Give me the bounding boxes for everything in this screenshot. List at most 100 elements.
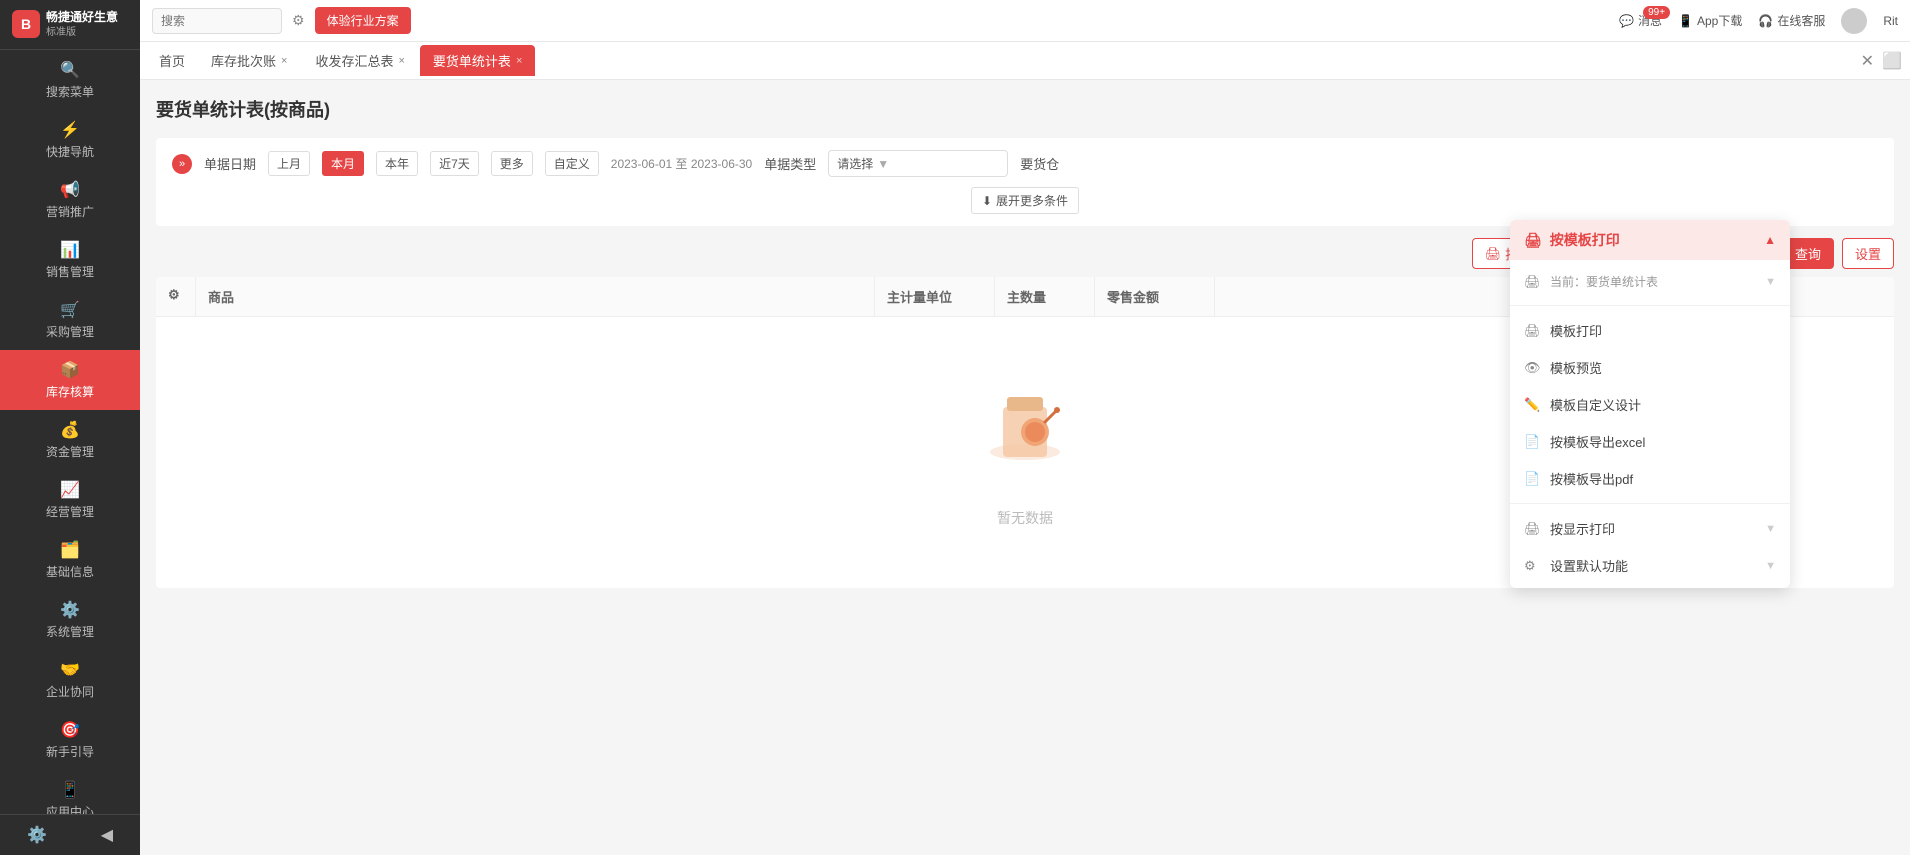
- search-nav-icon: 🔍: [60, 60, 80, 80]
- dropdown-item-display-print[interactable]: 🖨 按显示打印 ▼: [1510, 510, 1790, 547]
- marketing-icon: 📢: [60, 180, 80, 200]
- username-label: Rit: [1883, 14, 1898, 28]
- filter-bar: » 单据日期 上月 本月 本年 近7天 更多 自定义 2023-06-01 至 …: [156, 138, 1894, 226]
- dropdown-item-export-pdf[interactable]: 📄 按模板导出pdf: [1510, 460, 1790, 497]
- settings-btn[interactable]: 设置: [1842, 238, 1894, 269]
- th-settings[interactable]: ⚙: [156, 277, 196, 316]
- date-range-display: 2023-06-01 至 2023-06-30: [611, 155, 752, 172]
- tab-batch-account-label: 库存批次账: [211, 51, 276, 70]
- sidebar-item-quick-nav[interactable]: ⚡ 快捷导航: [0, 110, 140, 170]
- topbar-right: 💬 消息 99+ 📱 App下载 🎧 在线客服 Rit: [1619, 8, 1898, 34]
- order-type-select[interactable]: 请选择 ▼: [828, 150, 1008, 177]
- default-func-arrow: ▼: [1765, 560, 1776, 572]
- base-icon: 🗂️: [60, 540, 80, 560]
- expand-more-btn[interactable]: ⬇ 展开更多条件: [971, 187, 1079, 214]
- date-btn-7days[interactable]: 近7天: [430, 151, 479, 176]
- sidebar-item-appstore[interactable]: 📱 应用中心: [0, 770, 140, 814]
- content-area: 要货单统计表(按商品) » 单据日期 上月 本月 本年 近7天 更多 自定义 2…: [140, 80, 1910, 855]
- display-print-arrow: ▼: [1765, 523, 1776, 535]
- sidebar-item-label: 快捷导航: [46, 143, 94, 160]
- online-service-button[interactable]: 🎧 在线客服: [1758, 12, 1825, 29]
- topbar-gear-icon[interactable]: ⚙: [292, 12, 305, 29]
- user-avatar[interactable]: [1841, 8, 1867, 34]
- date-btn-last-month[interactable]: 上月: [268, 151, 310, 176]
- dropdown-item-template-preview[interactable]: 👁 模板预览: [1510, 349, 1790, 386]
- sidebar-item-label: 搜索菜单: [46, 83, 94, 100]
- dropdown-item-default-func[interactable]: ⚙ 设置默认功能 ▼: [1510, 547, 1790, 584]
- collapse-icon[interactable]: ◀: [101, 825, 113, 845]
- date-btn-this-month[interactable]: 本月: [322, 151, 364, 176]
- th-unit: 主计量单位: [875, 277, 995, 316]
- dropdown-collapse-icon[interactable]: ▲: [1764, 233, 1776, 247]
- date-btn-custom[interactable]: 自定义: [545, 151, 599, 176]
- sidebar-item-purchase[interactable]: 🛒 采购管理: [0, 290, 140, 350]
- finance-icon: 💰: [60, 420, 80, 440]
- sidebar-item-business[interactable]: 📈 经营管理: [0, 470, 140, 530]
- tab-collection-label: 收发存汇总表: [315, 51, 393, 70]
- topbar: ⚙ 体验行业方案 💬 消息 99+ 📱 App下载 🎧 在线客服 Rit: [140, 0, 1910, 42]
- sidebar-item-finance[interactable]: 💰 资金管理: [0, 410, 140, 470]
- logo-icon: B: [12, 10, 40, 38]
- message-button[interactable]: 💬 消息 99+: [1619, 12, 1662, 29]
- sidebar-item-system[interactable]: ⚙️ 系统管理: [0, 590, 140, 650]
- display-print-icon: 🖨: [1524, 521, 1540, 537]
- sidebar-item-collab[interactable]: 🤝 企业协同: [0, 650, 140, 710]
- tab-batch-account[interactable]: 库存批次账 ×: [198, 45, 300, 76]
- app-download-icon: 📱: [1678, 14, 1693, 28]
- empty-icon: [975, 377, 1075, 496]
- brand-name: 畅捷通好生意: [46, 10, 118, 26]
- sidebar-item-guide[interactable]: 🎯 新手引导: [0, 710, 140, 770]
- sidebar-item-search[interactable]: 🔍 搜索菜单: [0, 50, 140, 110]
- sidebar-item-base[interactable]: 🗂️ 基础信息: [0, 530, 140, 590]
- filter-expand-icon[interactable]: »: [172, 154, 192, 174]
- tab-batch-account-close[interactable]: ×: [281, 55, 287, 67]
- export-excel-icon: 📄: [1524, 434, 1540, 450]
- topbar-search-input[interactable]: [152, 8, 282, 34]
- date-btn-this-year[interactable]: 本年: [376, 151, 418, 176]
- sidebar-item-label: 新手引导: [46, 743, 94, 760]
- quick-nav-icon: ⚡: [60, 120, 80, 140]
- sidebar-item-inventory[interactable]: 📦 库存核算: [0, 350, 140, 410]
- sidebar-item-label: 经营管理: [46, 503, 94, 520]
- sidebar-item-sales[interactable]: 📊 销售管理: [0, 230, 140, 290]
- tab-order-close[interactable]: ×: [516, 55, 522, 67]
- sidebar-item-marketing[interactable]: 📢 营销推广: [0, 170, 140, 230]
- service-icon: 🎧: [1758, 14, 1773, 28]
- current-label: 当前：要货单统计表: [1550, 273, 1658, 290]
- purchase-icon: 🛒: [60, 300, 80, 320]
- print-icon: 🖨: [1485, 246, 1502, 262]
- order-type-arrow: ▼: [877, 157, 889, 171]
- dropdown-item-template-print[interactable]: 🖨 模板打印: [1510, 312, 1790, 349]
- dropdown-title: 按模板打印: [1550, 230, 1620, 250]
- tab-home[interactable]: 首页: [148, 45, 196, 76]
- sidebar-logo: B 畅捷通好生意 标准版: [0, 0, 140, 50]
- main-area: ⚙ 体验行业方案 💬 消息 99+ 📱 App下载 🎧 在线客服 Rit 首页: [140, 0, 1910, 855]
- sidebar-item-label: 资金管理: [46, 443, 94, 460]
- inventory-icon: 📦: [60, 360, 80, 380]
- tab-order-summary[interactable]: 要货单统计表 ×: [420, 45, 535, 76]
- th-quantity: 主数量: [995, 277, 1095, 316]
- print-header-icon: 🖨: [1524, 232, 1542, 249]
- home-label: 首页: [159, 51, 185, 70]
- template-print-icon: 🖨: [1524, 323, 1540, 339]
- message-badge: 99+: [1643, 6, 1670, 19]
- tab-collection-close[interactable]: ×: [398, 55, 404, 67]
- sidebar-item-label: 采购管理: [46, 323, 94, 340]
- order-type-label: 单据类型: [764, 154, 816, 173]
- maximize-icon[interactable]: ⬜: [1882, 51, 1902, 71]
- app-download-button[interactable]: 📱 App下载: [1678, 12, 1742, 29]
- dropdown-item-template-custom[interactable]: ✏️ 模板自定义设计: [1510, 386, 1790, 423]
- sidebar-nav: 🔍 搜索菜单 ⚡ 快捷导航 📢 营销推广 📊 销售管理 🛒 采购管理 📦 库存核…: [0, 50, 140, 814]
- expand-more-icon: ⬇: [982, 194, 992, 208]
- date-btn-more[interactable]: 更多: [491, 151, 533, 176]
- close-window-icon[interactable]: ✕: [1861, 51, 1874, 71]
- guide-icon: 🎯: [60, 720, 80, 740]
- brand-sub: 标准版: [46, 26, 118, 39]
- dropdown-current-item[interactable]: 🖨 当前：要货单统计表 ▼: [1510, 264, 1790, 299]
- page-title: 要货单统计表(按商品): [156, 96, 1894, 122]
- tab-collection-summary[interactable]: 收发存汇总表 ×: [302, 45, 417, 76]
- trial-button[interactable]: 体验行业方案: [315, 7, 411, 34]
- display-print-label: 按显示打印: [1550, 519, 1615, 538]
- dropdown-item-export-excel[interactable]: 📄 按模板导出excel: [1510, 423, 1790, 460]
- settings-bottom-icon[interactable]: ⚙️: [27, 825, 47, 845]
